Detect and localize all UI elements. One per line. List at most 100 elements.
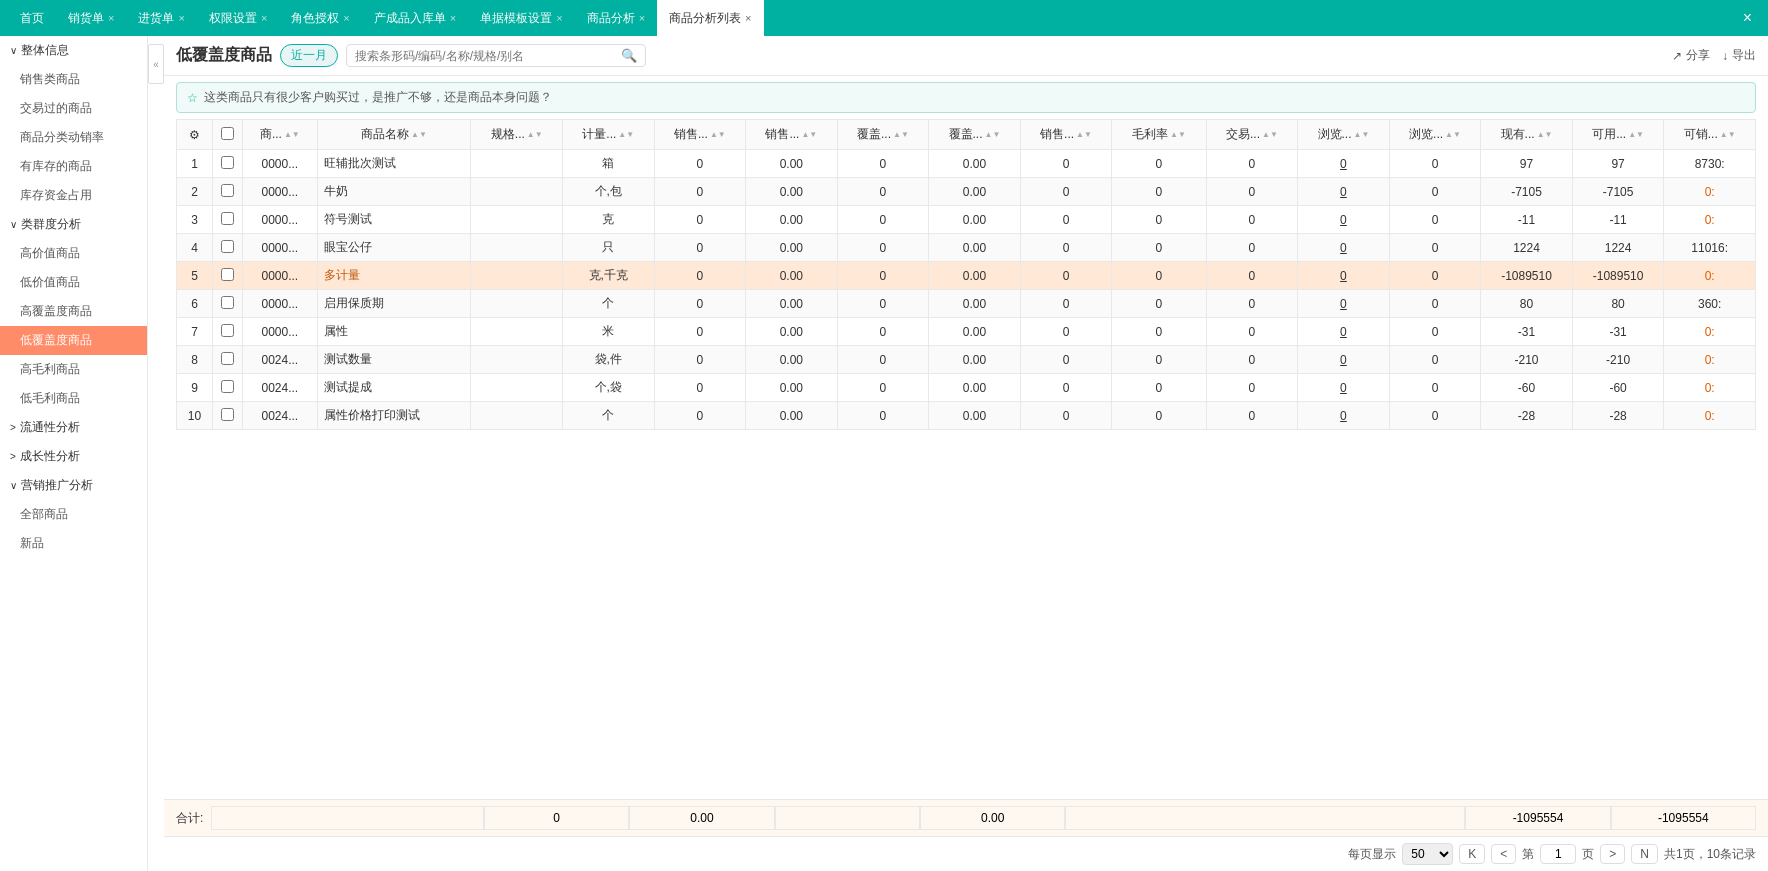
row-select-checkbox[interactable] — [221, 380, 234, 393]
sidebar-item-high-margin[interactable]: 高毛利商品 — [0, 355, 147, 384]
col-available-stock-header[interactable]: 可用...▲▼ — [1572, 120, 1664, 150]
sidebar-item-low-coverage[interactable]: 低覆盖度商品 — [0, 326, 147, 355]
next-page-button[interactable]: > — [1600, 844, 1625, 864]
nav-close-all-button[interactable]: × — [1735, 9, 1760, 27]
row-name[interactable]: 属性 — [317, 318, 471, 346]
sidebar-item-category-rate[interactable]: 商品分类动销率 — [0, 123, 147, 152]
close-icon[interactable]: × — [343, 12, 349, 24]
col-sales-qty-header[interactable]: 销售...▲▼ — [654, 120, 746, 150]
row-name[interactable]: 牛奶 — [317, 178, 471, 206]
close-icon[interactable]: × — [108, 12, 114, 24]
row-select-checkbox[interactable] — [221, 352, 234, 365]
row-select-checkbox[interactable] — [221, 184, 234, 197]
nav-role-auth[interactable]: 角色授权 × — [279, 0, 361, 36]
row-browse1[interactable]: 0 — [1298, 262, 1390, 290]
col-sales-days-header[interactable]: 销售...▲▼ — [1020, 120, 1112, 150]
prev-page-button[interactable]: < — [1491, 844, 1516, 864]
col-coverage1-header[interactable]: 覆盖...▲▼ — [837, 120, 929, 150]
row-select-checkbox[interactable] — [221, 156, 234, 169]
row-browse1[interactable]: 0 — [1298, 402, 1390, 430]
close-icon[interactable]: × — [450, 12, 456, 24]
row-select-checkbox[interactable] — [221, 212, 234, 225]
nav-product-analysis-list[interactable]: 商品分析列表 × — [657, 0, 763, 36]
row-browse1[interactable]: 0 — [1298, 234, 1390, 262]
row-name[interactable]: 眼宝公仔 — [317, 234, 471, 262]
nav-template-settings[interactable]: 单据模板设置 × — [468, 0, 574, 36]
row-browse1[interactable]: 0 — [1298, 346, 1390, 374]
nav-home[interactable]: 首页 — [8, 0, 56, 36]
nav-permissions[interactable]: 权限设置 × — [197, 0, 279, 36]
col-name-header[interactable]: 商品名称▲▼ — [317, 120, 471, 150]
search-box[interactable]: 🔍 — [346, 44, 646, 67]
row-checkbox[interactable] — [213, 262, 243, 290]
row-select-checkbox[interactable] — [221, 296, 234, 309]
row-browse1[interactable]: 0 — [1298, 374, 1390, 402]
col-checkbox-header[interactable] — [213, 120, 243, 150]
close-icon[interactable]: × — [639, 12, 645, 24]
nav-product-analysis[interactable]: 商品分析 × — [575, 0, 657, 36]
sidebar-item-low-margin[interactable]: 低毛利商品 — [0, 384, 147, 413]
filter-period-button[interactable]: 近一月 — [280, 44, 338, 67]
select-all-checkbox[interactable] — [221, 127, 234, 140]
row-checkbox[interactable] — [213, 234, 243, 262]
sidebar-section-cluster[interactable]: ∨ 类群度分析 — [0, 210, 147, 239]
first-page-button[interactable]: K — [1459, 844, 1485, 864]
row-browse1[interactable]: 0 — [1298, 178, 1390, 206]
col-code-header[interactable]: 商...▲▼ — [243, 120, 318, 150]
col-trade-header[interactable]: 交易...▲▼ — [1206, 120, 1298, 150]
close-icon[interactable]: × — [261, 12, 267, 24]
sidebar-section-growth[interactable]: > 成长性分析 — [0, 442, 147, 471]
row-select-checkbox[interactable] — [221, 408, 234, 421]
row-browse1[interactable]: 0 — [1298, 318, 1390, 346]
col-current-stock-header[interactable]: 现有...▲▼ — [1481, 120, 1573, 150]
nav-product-entry[interactable]: 产成品入库单 × — [362, 0, 468, 36]
sidebar-collapse-button[interactable]: « — [148, 44, 164, 84]
row-checkbox[interactable] — [213, 206, 243, 234]
row-select-checkbox[interactable] — [221, 324, 234, 337]
row-name[interactable]: 属性价格打印测试 — [317, 402, 471, 430]
row-name[interactable]: 测试数量 — [317, 346, 471, 374]
sidebar-item-high-coverage[interactable]: 高覆盖度商品 — [0, 297, 147, 326]
row-checkbox[interactable] — [213, 150, 243, 178]
sidebar-item-high-value[interactable]: 高价值商品 — [0, 239, 147, 268]
close-icon[interactable]: × — [745, 12, 751, 24]
sidebar-item-traded-goods[interactable]: 交易过的商品 — [0, 94, 147, 123]
row-name[interactable]: 符号测试 — [317, 206, 471, 234]
sidebar-item-low-value[interactable]: 低价值商品 — [0, 268, 147, 297]
sidebar-section-marketing[interactable]: ∨ 营销推广分析 — [0, 471, 147, 500]
row-browse1[interactable]: 0 — [1298, 290, 1390, 318]
col-sales-amt-header[interactable]: 销售...▲▼ — [746, 120, 838, 150]
row-select-checkbox[interactable] — [221, 268, 234, 281]
col-gross-margin-header[interactable]: 毛利率▲▼ — [1112, 120, 1206, 150]
row-checkbox[interactable] — [213, 290, 243, 318]
row-name[interactable]: 测试提成 — [317, 374, 471, 402]
row-name[interactable]: 多计量 — [317, 262, 471, 290]
row-checkbox[interactable] — [213, 374, 243, 402]
row-select-checkbox[interactable] — [221, 240, 234, 253]
row-name[interactable]: 旺辅批次测试 — [317, 150, 471, 178]
sidebar-section-overview[interactable]: ∨ 整体信息 — [0, 36, 147, 65]
sidebar-item-stocked-goods[interactable]: 有库存的商品 — [0, 152, 147, 181]
close-icon[interactable]: × — [556, 12, 562, 24]
share-button[interactable]: ↗ 分享 — [1672, 47, 1710, 64]
search-input[interactable] — [355, 49, 621, 63]
col-settings[interactable]: ⚙ — [177, 120, 213, 150]
row-checkbox[interactable] — [213, 318, 243, 346]
sidebar-item-inventory-capital[interactable]: 库存资金占用 — [0, 181, 147, 210]
row-checkbox[interactable] — [213, 402, 243, 430]
row-checkbox[interactable] — [213, 178, 243, 206]
col-coverage2-header[interactable]: 覆盖...▲▼ — [929, 120, 1021, 150]
row-checkbox[interactable] — [213, 346, 243, 374]
settings-icon[interactable]: ⚙ — [189, 128, 200, 142]
col-browse2-header[interactable]: 浏览...▲▼ — [1389, 120, 1481, 150]
row-name[interactable]: 启用保质期 — [317, 290, 471, 318]
close-icon[interactable]: × — [178, 12, 184, 24]
nav-purchase-order[interactable]: 进货单 × — [126, 0, 196, 36]
col-unit-header[interactable]: 计量...▲▼ — [563, 120, 655, 150]
sidebar-item-sales-goods[interactable]: 销售类商品 — [0, 65, 147, 94]
export-button[interactable]: ↓ 导出 — [1722, 47, 1756, 64]
sidebar-section-circulation[interactable]: > 流通性分析 — [0, 413, 147, 442]
col-sellable-header[interactable]: 可销...▲▼ — [1664, 120, 1756, 150]
per-page-select[interactable]: 50 100 200 — [1402, 843, 1453, 865]
last-page-button[interactable]: N — [1631, 844, 1658, 864]
